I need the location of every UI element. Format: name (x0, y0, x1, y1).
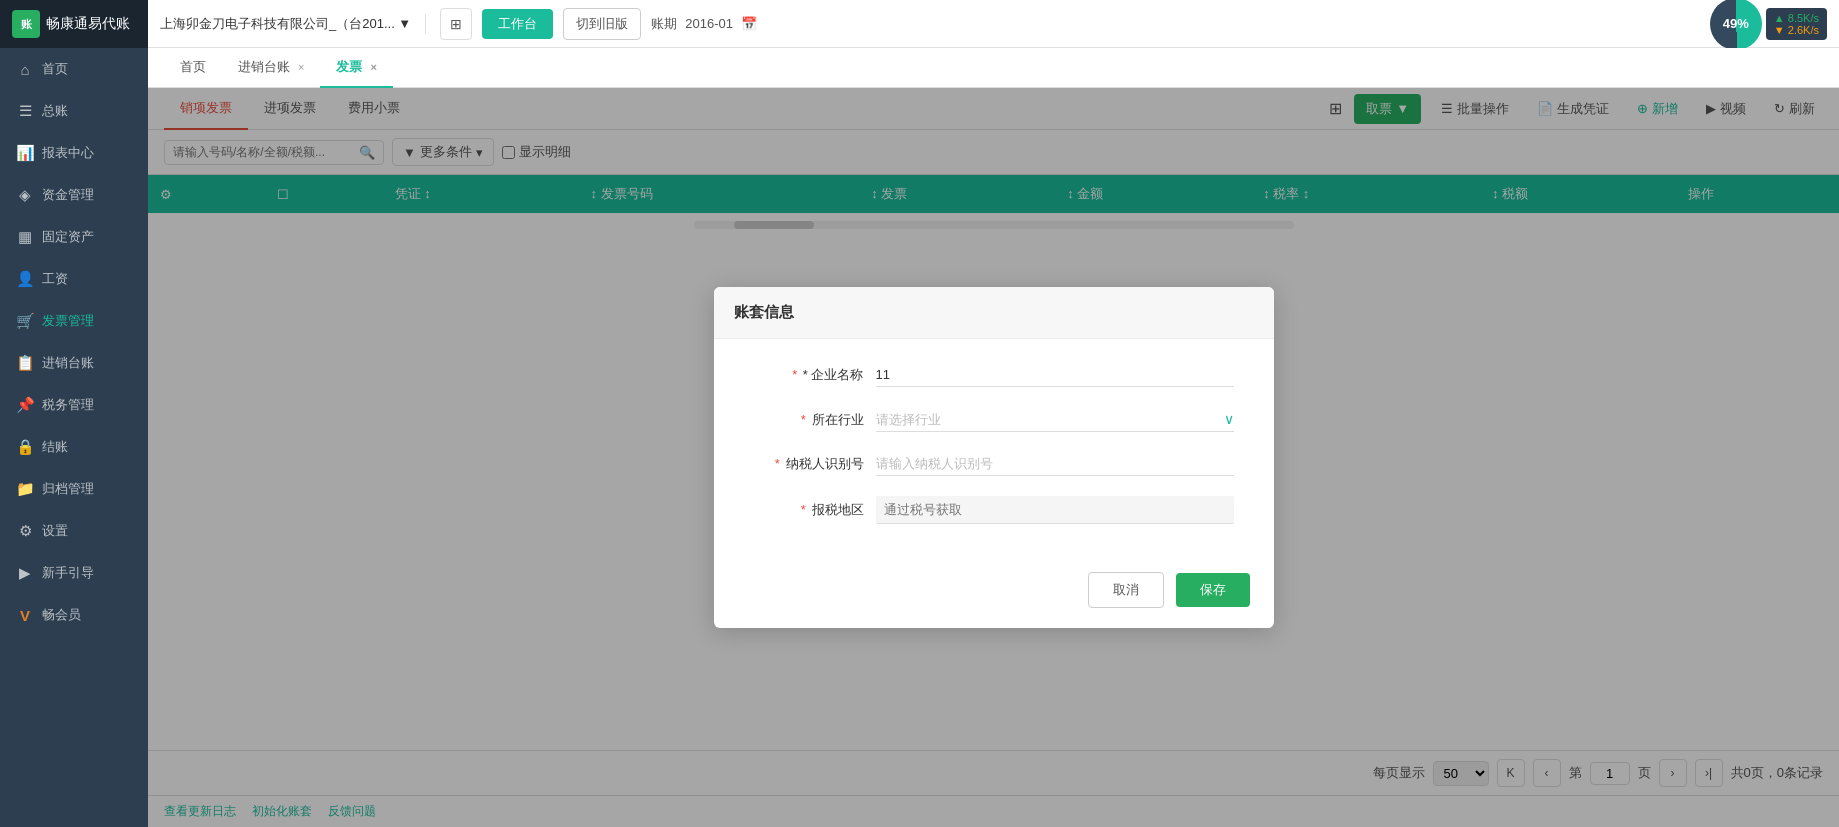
sidebar-item-tax[interactable]: 📌 税务管理 (0, 384, 148, 426)
member-icon: V (16, 607, 34, 624)
form-row-tax-region: * 报税地区 (754, 496, 1234, 524)
settings-icon: ⚙ (16, 522, 34, 540)
tab-invoice[interactable]: 发票 × (320, 48, 392, 88)
assets-icon: ▦ (16, 228, 34, 246)
sidebar-item-label: 畅会员 (42, 606, 81, 624)
inner-content: 销项发票 进项发票 费用小票 ⊞ 取票 ▼ ☰ 批量操作 📄 (148, 88, 1839, 827)
workbench-button[interactable]: 工作台 (482, 9, 553, 39)
sidebar-item-label: 报表中心 (42, 144, 94, 162)
topbar: 上海卯金刀电子科技有限公司_（台201... ▼ ⊞ 工作台 切到旧版 账期 2… (148, 0, 1839, 48)
sidebar-item-archive[interactable]: 📁 归档管理 (0, 468, 148, 510)
tax-id-input[interactable] (876, 452, 1234, 476)
sales-icon: 📋 (16, 354, 34, 372)
form-row-tax-id: * 纳税人识别号 (754, 452, 1234, 476)
industry-label: * 所在行业 (754, 411, 864, 429)
sidebar-item-assets[interactable]: ▦ 固定资产 (0, 216, 148, 258)
chevron-down-icon: ∨ (1224, 411, 1234, 427)
sidebar-item-funds[interactable]: ◈ 资金管理 (0, 174, 148, 216)
switch-old-version-button[interactable]: 切到旧版 (563, 8, 641, 40)
topbar-separator (425, 14, 426, 34)
main-area: 上海卯金刀电子科技有限公司_（台201... ▼ ⊞ 工作台 切到旧版 账期 2… (148, 0, 1839, 827)
sidebar-item-label: 税务管理 (42, 396, 94, 414)
speed-up: ▲ 8.5K/s (1774, 12, 1819, 24)
sidebar-item-label: 固定资产 (42, 228, 94, 246)
sidebar-item-settings[interactable]: ⚙ 设置 (0, 510, 148, 552)
logo-icon: 账 (12, 10, 40, 38)
calendar-icon[interactable]: 📅 (741, 16, 757, 31)
sidebar: 账 畅康通易代账 ⌂ 首页 ☰ 总账 📊 报表中心 ◈ 资金管理 ▦ 固定资产 … (0, 0, 148, 827)
tax-id-label: * 纳税人识别号 (754, 455, 864, 473)
sidebar-item-payroll[interactable]: 👤 工资 (0, 258, 148, 300)
sidebar-item-label: 总账 (42, 102, 68, 120)
form-row-company-name: * * 企业名称 (754, 363, 1234, 387)
sidebar-item-sales[interactable]: 📋 进销台账 (0, 342, 148, 384)
modal-overlay: 账套信息 * * 企业名称 * 所在行 (148, 88, 1839, 827)
period-label: 账期 (651, 15, 677, 33)
period-display: 账期 2016-01 📅 (651, 15, 757, 33)
tax-region-input (876, 496, 1234, 524)
tax-icon: 📌 (16, 396, 34, 414)
app-logo: 账 畅康通易代账 (0, 0, 148, 48)
speed-circle: 49% (1710, 0, 1762, 50)
period-value: 2016-01 (685, 16, 733, 31)
sidebar-item-label: 结账 (42, 438, 68, 456)
company-name-input[interactable] (876, 363, 1234, 387)
close-account-icon: 🔒 (16, 438, 34, 456)
modal-footer: 取消 保存 (714, 560, 1274, 628)
sidebar-item-label: 工资 (42, 270, 68, 288)
close-tab-sales[interactable]: × (298, 61, 304, 73)
sidebar-item-guide[interactable]: ▶ 新手引导 (0, 552, 148, 594)
sidebar-item-label: 首页 (42, 60, 68, 78)
speed-percent: 49% (1723, 16, 1749, 31)
payroll-icon: 👤 (16, 270, 34, 288)
sidebar-item-label: 资金管理 (42, 186, 94, 204)
sidebar-item-label: 新手引导 (42, 564, 94, 582)
close-tab-invoice[interactable]: × (370, 61, 376, 73)
modal-header: 账套信息 (714, 287, 1274, 339)
tab-home[interactable]: 首页 (164, 48, 222, 88)
speed-widget: 49% ▲ 8.5K/s ▼ 2.6K/s (1710, 0, 1827, 50)
speed-info: ▲ 8.5K/s ▼ 2.6K/s (1766, 8, 1827, 40)
tab-sales-ledger[interactable]: 进销台账 × (222, 48, 320, 88)
print-icon: ⊞ (450, 16, 462, 32)
industry-select-wrapper: 请选择行业 ∨ (876, 407, 1234, 432)
app-name: 畅康通易代账 (46, 15, 130, 33)
guide-icon: ▶ (16, 564, 34, 582)
funds-icon: ◈ (16, 186, 34, 204)
invoice-icon: 🛒 (16, 312, 34, 330)
sidebar-item-close[interactable]: 🔒 结账 (0, 426, 148, 468)
company-name: 上海卯金刀电子科技有限公司_（台201... ▼ (160, 15, 411, 33)
home-icon: ⌂ (16, 61, 34, 78)
sidebar-item-member[interactable]: V 畅会员 (0, 594, 148, 636)
company-name-label: * * 企业名称 (754, 366, 864, 384)
speed-down: ▼ 2.6K/s (1774, 24, 1819, 36)
nav-tabs-bar: 首页 进销台账 × 发票 × (148, 48, 1839, 88)
save-button[interactable]: 保存 (1176, 573, 1250, 607)
sidebar-item-reports[interactable]: 📊 报表中心 (0, 132, 148, 174)
sidebar-item-label: 归档管理 (42, 480, 94, 498)
account-info-modal: 账套信息 * * 企业名称 * 所在行 (714, 287, 1274, 628)
topbar-print-icon[interactable]: ⊞ (440, 8, 472, 40)
sidebar-item-invoice[interactable]: 🛒 发票管理 (0, 300, 148, 342)
modal-title: 账套信息 (734, 303, 794, 320)
reports-icon: 📊 (16, 144, 34, 162)
ledger-icon: ☰ (16, 102, 34, 120)
company-selector[interactable]: 上海卯金刀电子科技有限公司_（台201... ▼ (160, 15, 411, 33)
tax-region-label: * 报税地区 (754, 501, 864, 519)
archive-icon: 📁 (16, 480, 34, 498)
sidebar-item-label: 进销台账 (42, 354, 94, 372)
modal-body: * * 企业名称 * 所在行业 请选择行业 (714, 339, 1274, 560)
sidebar-item-ledger[interactable]: ☰ 总账 (0, 90, 148, 132)
industry-select[interactable]: 请选择行业 (876, 412, 1224, 427)
sidebar-item-label: 发票管理 (42, 312, 94, 330)
sidebar-item-label: 设置 (42, 522, 68, 540)
form-row-industry: * 所在行业 请选择行业 ∨ (754, 407, 1234, 432)
sidebar-item-home[interactable]: ⌂ 首页 (0, 48, 148, 90)
topbar-right: 49% ▲ 8.5K/s ▼ 2.6K/s (1710, 0, 1827, 50)
cancel-button[interactable]: 取消 (1088, 572, 1164, 608)
